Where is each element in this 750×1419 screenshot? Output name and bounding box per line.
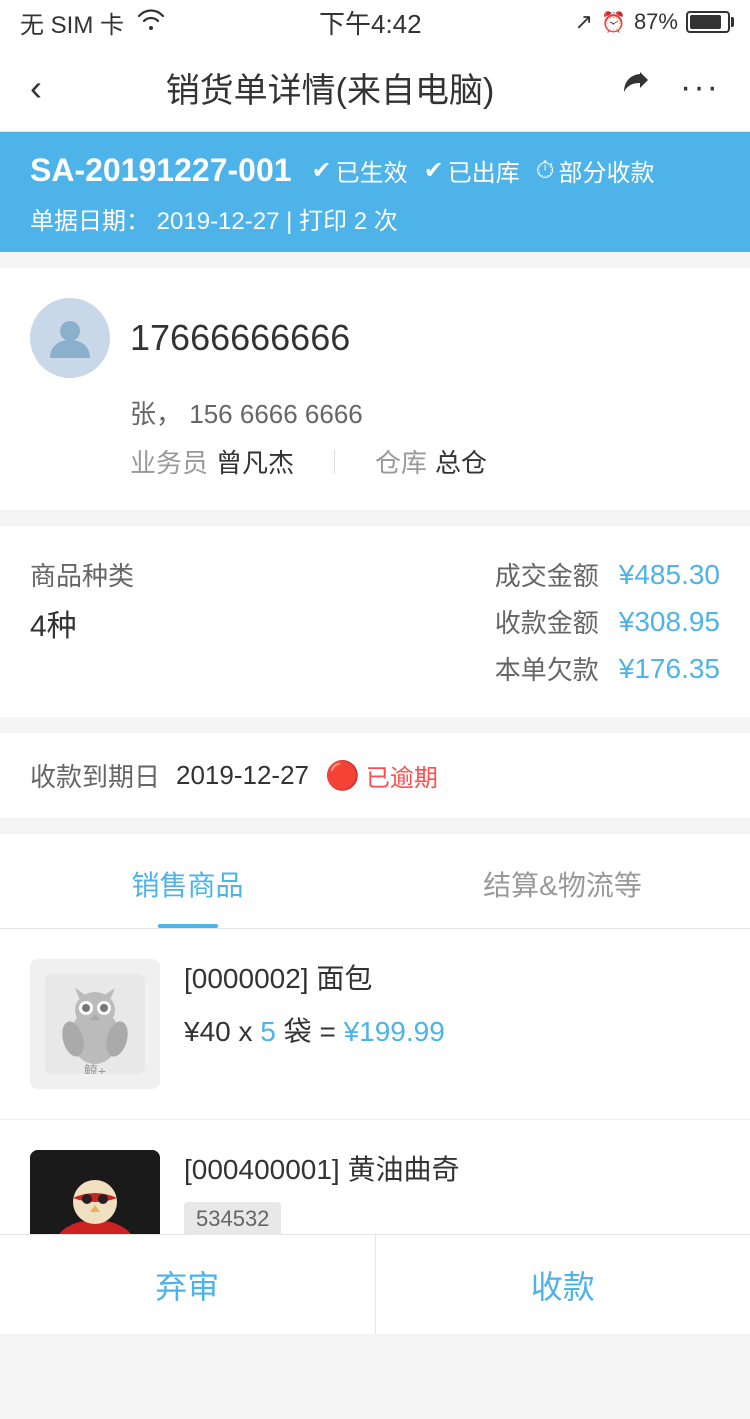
customer-contact: 张， 156 6666 6666: [30, 394, 720, 431]
order-date: 2019-12-27: [157, 208, 280, 235]
cancel-review-button[interactable]: 弃审: [0, 1235, 376, 1334]
print-separator: | 打印: [286, 208, 347, 235]
meta-divider: [334, 450, 335, 474]
tab-sales-products[interactable]: 销售商品: [0, 834, 375, 928]
back-button[interactable]: ‹: [30, 67, 42, 109]
product-badge-2: 534532: [184, 1202, 281, 1236]
date-label: 单据日期：: [30, 208, 150, 235]
owing-row: 本单欠款 ¥176.35: [495, 650, 720, 687]
print-suffix: 次: [374, 208, 398, 235]
status-bar-left: 无 SIM 卡: [20, 5, 166, 40]
product-name-2: [000400001] 黄油曲奇: [184, 1150, 720, 1189]
order-id: SA-20191227-001: [30, 152, 292, 189]
clock-icon: ⏱: [536, 157, 555, 185]
tab-settlement[interactable]: 结算&物流等: [375, 834, 750, 928]
staff-info: 业务员 曾凡杰: [130, 443, 294, 480]
summary-right: 成交金额 ¥485.30 收款金额 ¥308.95 本单欠款 ¥176.35: [495, 556, 720, 687]
nav-actions: ···: [618, 68, 720, 108]
nav-bar: ‹ 销货单详情(来自电脑) ···: [0, 44, 750, 132]
status-bar-right: ↗ ⏰ 87%: [575, 9, 730, 35]
customer-section: 17666666666 张， 156 6666 6666 业务员 曾凡杰 仓库 …: [0, 268, 750, 510]
share-button[interactable]: [618, 68, 650, 108]
product-price-1: ¥40 x 5 袋 = ¥199.99: [184, 1010, 720, 1050]
status-bar: 无 SIM 卡 下午4:42 ↗ ⏰ 87%: [0, 0, 750, 44]
status-tags: ✔ 已生效 ✔ 已出库 ⏱ 部分收款: [312, 153, 655, 188]
check-icon-2: ✔: [424, 156, 444, 185]
product-info-1: [0000002] 面包 ¥40 x 5 袋 = ¥199.99: [184, 959, 720, 1050]
overdue-icon: 🔴: [325, 759, 360, 792]
tabs-header: 销售商品 结算&物流等: [0, 834, 750, 929]
product-thumbnail-1: 鲸+: [30, 959, 160, 1089]
check-icon-1: ✔: [312, 156, 332, 185]
svg-text:鲸+: 鲸+: [84, 1063, 106, 1074]
battery-percent: 87%: [634, 9, 678, 35]
header-banner: SA-20191227-001 ✔ 已生效 ✔ 已出库 ⏱ 部分收款 单据日期：…: [0, 132, 750, 252]
overdue-badge: 🔴 已逾期: [325, 758, 438, 793]
customer-avatar: [30, 298, 110, 378]
product-name-1: [0000002] 面包: [184, 959, 720, 998]
header-date-row: 单据日期： 2019-12-27 | 打印 2 次: [30, 201, 720, 236]
alarm-icon: ⏰: [601, 10, 626, 35]
more-button[interactable]: ···: [680, 68, 720, 107]
bottom-bar: 弃审 收款: [0, 1234, 750, 1334]
wifi-icon: [136, 8, 166, 37]
warehouse-info: 仓库 总仓: [375, 443, 487, 480]
location-icon: ↗: [575, 9, 593, 35]
product-item: 鲸+ [0000002] 面包 ¥40 x 5 袋 = ¥199.99: [0, 929, 750, 1120]
status-time: 下午4:42: [319, 4, 422, 41]
carrier-label: 无 SIM 卡: [20, 5, 124, 40]
status-partial-payment: ⏱ 部分收款: [536, 153, 655, 188]
amount-row: 成交金额 ¥485.30: [495, 556, 720, 593]
status-effective: ✔ 已生效: [312, 153, 408, 188]
due-section: 收款到期日 2019-12-27 🔴 已逾期: [0, 733, 750, 818]
print-count: 2: [354, 208, 367, 235]
summary-section: 商品种类 4种 成交金额 ¥485.30 收款金额 ¥308.95 本单欠款 ¥…: [0, 526, 750, 717]
received-row: 收款金额 ¥308.95: [495, 603, 720, 640]
battery-icon: [686, 11, 730, 33]
collect-payment-button[interactable]: 收款: [376, 1235, 750, 1334]
page-title: 销货单详情(来自电脑): [166, 63, 495, 112]
customer-meta: 业务员 曾凡杰 仓库 总仓: [30, 443, 720, 480]
customer-phone: 17666666666: [130, 317, 350, 359]
summary-left: 商品种类 4种: [30, 556, 134, 645]
status-delivered: ✔ 已出库: [424, 153, 520, 188]
